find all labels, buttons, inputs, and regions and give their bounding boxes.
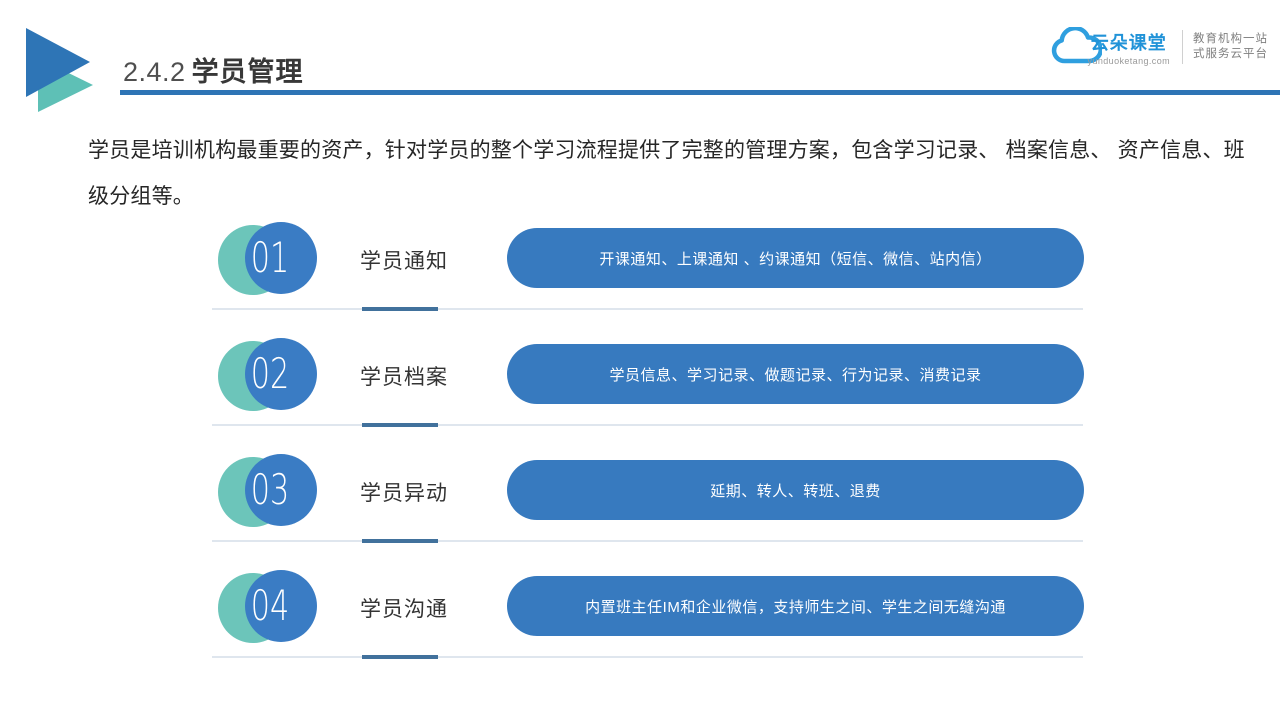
divider-accent bbox=[362, 423, 438, 427]
feature-row-archive: 02 学员档案 学员信息、学习记录、做题记录、行为记录、消费记录 bbox=[0, 338, 1280, 438]
brand-tagline: 教育机构一站 式服务云平台 bbox=[1193, 32, 1268, 62]
brand-separator bbox=[1182, 30, 1183, 64]
feature-label: 学员通知 bbox=[360, 245, 456, 275]
badge-number: 03 bbox=[247, 467, 293, 513]
slide: 2.4.2学员管理 云朵课堂 yunduoketang.com 教育机构一站 式… bbox=[0, 0, 1280, 720]
brand-name: 云朵课堂 bbox=[1091, 29, 1167, 55]
divider-accent bbox=[362, 539, 438, 543]
feature-pill: 开课通知、上课通知 、约课通知（短信、微信、站内信） bbox=[507, 228, 1084, 288]
feature-label: 学员异动 bbox=[360, 477, 456, 507]
feature-pill: 内置班主任IM和企业微信，支持师生之间、学生之间无缝沟通 bbox=[507, 576, 1084, 636]
feature-label: 学员档案 bbox=[360, 361, 456, 391]
page-title: 2.4.2学员管理 bbox=[123, 50, 304, 89]
title-underline bbox=[120, 90, 1280, 95]
brand-tagline-line1: 教育机构一站 bbox=[1193, 32, 1268, 47]
row-divider bbox=[212, 656, 1083, 658]
divider-accent bbox=[362, 655, 438, 659]
badge-number: 04 bbox=[247, 583, 293, 629]
feature-row-communication: 04 学员沟通 内置班主任IM和企业微信，支持师生之间、学生之间无缝沟通 bbox=[0, 570, 1280, 670]
row-divider bbox=[212, 424, 1083, 426]
feature-row-change: 03 学员异动 延期、转人、转班、退费 bbox=[0, 454, 1280, 554]
feature-label: 学员沟通 bbox=[360, 593, 456, 623]
feature-pill: 延期、转人、转班、退费 bbox=[507, 460, 1084, 520]
section-number: 2.4.2 bbox=[123, 57, 186, 87]
brand-logo: 云朵课堂 yunduoketang.com 教育机构一站 式服务云平台 bbox=[1050, 27, 1268, 67]
feature-pill: 学员信息、学习记录、做题记录、行为记录、消费记录 bbox=[507, 344, 1084, 404]
section-title: 学员管理 bbox=[192, 57, 304, 87]
row-divider bbox=[212, 308, 1083, 310]
badge-number: 02 bbox=[247, 351, 293, 397]
row-divider bbox=[212, 540, 1083, 542]
badge-number: 01 bbox=[247, 235, 293, 281]
divider-accent bbox=[362, 307, 438, 311]
brand-domain: yunduoketang.com bbox=[1088, 56, 1170, 66]
intro-paragraph: 学员是培训机构最重要的资产，针对学员的整个学习流程提供了完整的管理方案，包含学习… bbox=[88, 128, 1258, 220]
brand-text: 云朵课堂 yunduoketang.com bbox=[1088, 29, 1170, 66]
feature-row-notice: 01 学员通知 开课通知、上课通知 、约课通知（短信、微信、站内信） bbox=[0, 222, 1280, 322]
triangle-logo-icon bbox=[0, 0, 130, 130]
brand-tagline-line2: 式服务云平台 bbox=[1193, 47, 1268, 62]
